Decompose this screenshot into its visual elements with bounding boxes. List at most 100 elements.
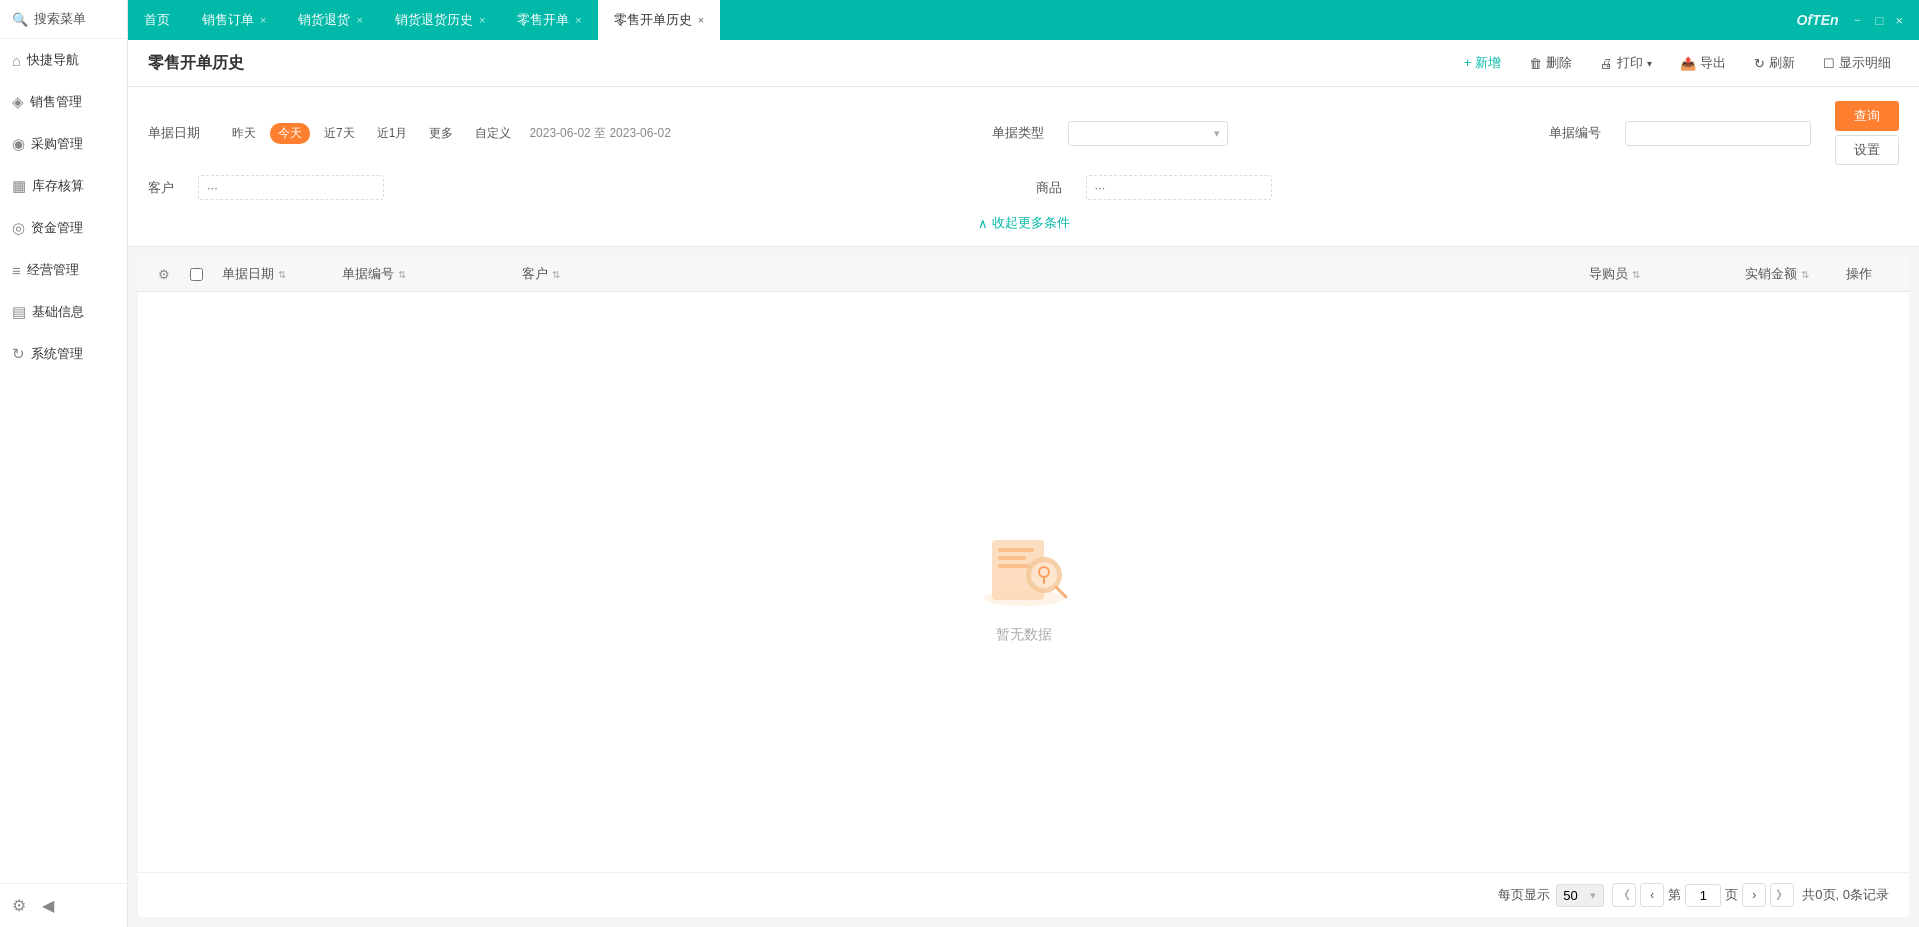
table-settings-icon[interactable]: ⚙ xyxy=(148,267,180,282)
tab-retail-open-history[interactable]: 零售开单历史 × xyxy=(598,0,720,40)
export-button[interactable]: 📤 导出 xyxy=(1672,50,1734,76)
refresh-button[interactable]: ↻ 刷新 xyxy=(1746,50,1803,76)
first-page-button[interactable]: 《 xyxy=(1612,883,1636,907)
maximize-button[interactable]: □ xyxy=(1876,13,1884,28)
prev-page-button[interactable]: ‹ xyxy=(1640,883,1664,907)
col-action-label: 操作 xyxy=(1846,265,1872,283)
sidebar-item-label: 快捷导航 xyxy=(27,51,79,69)
window-controls: OfTEn － □ × xyxy=(1797,0,1919,40)
sidebar-item-inventory[interactable]: ▦ 库存核算 xyxy=(0,165,127,207)
col-amount[interactable]: 实销金额 ⇅ xyxy=(1699,265,1819,283)
setting-button[interactable]: 设置 xyxy=(1835,135,1899,165)
table-header: ⚙ 单据日期 ⇅ 单据编号 ⇅ 客户 ⇅ 导购员 ⇅ 实销金额 ⇅ xyxy=(138,257,1909,292)
refresh-label: 刷新 xyxy=(1769,54,1795,72)
sidebar-item-sys-mgmt[interactable]: ↻ 系统管理 xyxy=(0,333,127,375)
filter-row-2: 客户 商品 xyxy=(148,175,1899,200)
operations-icon: ≡ xyxy=(12,262,21,279)
customer-filter-input[interactable] xyxy=(198,175,384,200)
date-opt-yesterday[interactable]: 昨天 xyxy=(224,123,264,144)
number-filter-label: 单据编号 xyxy=(1549,124,1601,142)
brand-name: OfTEn xyxy=(1797,12,1839,28)
minimize-button[interactable]: － xyxy=(1851,11,1864,29)
settings-bottom-icon[interactable]: ⚙ xyxy=(12,896,26,915)
sidebar-search[interactable]: 🔍 搜索菜单 xyxy=(0,0,127,39)
collapse-label: 收起更多条件 xyxy=(992,214,1070,232)
goods-filter-input[interactable] xyxy=(1086,175,1272,200)
tab-sales-return-history-close[interactable]: × xyxy=(479,14,485,26)
tab-sales-order[interactable]: 销售订单 × xyxy=(186,0,282,40)
sales-icon: ◈ xyxy=(12,93,24,111)
close-button[interactable]: × xyxy=(1895,13,1903,28)
sidebar-item-label: 库存核算 xyxy=(32,177,84,195)
date-opt-1month[interactable]: 近1月 xyxy=(369,123,416,144)
svg-rect-2 xyxy=(998,548,1034,552)
inventory-icon: ▦ xyxy=(12,177,26,195)
base-info-icon: ▤ xyxy=(12,303,26,321)
display-detail-button[interactable]: ☐ 显示明细 xyxy=(1815,50,1899,76)
next-page-button[interactable]: › xyxy=(1742,883,1766,907)
tab-retail-open-close[interactable]: × xyxy=(575,14,581,26)
page-title: 零售开单历史 xyxy=(148,53,244,74)
sidebar-search-label: 搜索菜单 xyxy=(34,10,86,28)
tab-sales-return-history[interactable]: 销货退货历史 × xyxy=(379,0,501,40)
tab-retail-open[interactable]: 零售开单 × xyxy=(501,0,597,40)
page-label: 第 xyxy=(1668,886,1681,904)
tab-home[interactable]: 首页 xyxy=(128,0,186,40)
sidebar-item-label: 基础信息 xyxy=(32,303,84,321)
toolbar: + 新增 🗑 删除 🖨 打印 ▾ 📤 导出 ↻ 刷新 ☐ 显示明细 xyxy=(1456,50,1899,76)
delete-button[interactable]: 🗑 删除 xyxy=(1521,50,1580,76)
sidebar-item-operations[interactable]: ≡ 经营管理 xyxy=(0,249,127,291)
print-button[interactable]: 🖨 打印 ▾ xyxy=(1592,50,1660,76)
page-number-input[interactable] xyxy=(1685,884,1721,907)
select-all-checkbox[interactable] xyxy=(190,268,203,281)
sidebar-item-label: 系统管理 xyxy=(31,345,83,363)
export-icon: 📤 xyxy=(1680,56,1696,71)
number-filter-input[interactable] xyxy=(1625,121,1811,146)
collapse-btn[interactable]: ∧ 收起更多条件 xyxy=(978,214,1070,232)
sidebar-item-purchase-mgmt[interactable]: ◉ 采购管理 xyxy=(0,123,127,165)
col-number[interactable]: 单据编号 ⇅ xyxy=(332,265,512,283)
sort-customer-icon: ⇅ xyxy=(552,269,560,280)
collapse-sidebar-icon[interactable]: ◀ xyxy=(42,896,54,915)
pagination: 每页显示 20 50 100 200 《 ‹ 第 页 › 》 xyxy=(138,872,1909,917)
total-info: 共0页, 0条记录 xyxy=(1802,886,1889,904)
search-icon: 🔍 xyxy=(12,12,28,27)
date-opt-more[interactable]: 更多 xyxy=(421,123,461,144)
col-guide[interactable]: 导购员 ⇅ xyxy=(1579,265,1699,283)
sidebar-item-finance[interactable]: ◎ 资金管理 xyxy=(0,207,127,249)
sidebar-item-sales-mgmt[interactable]: ◈ 销售管理 xyxy=(0,81,127,123)
svg-point-6 xyxy=(1031,562,1057,588)
sidebar-item-label: 经营管理 xyxy=(27,261,79,279)
last-page-button[interactable]: 》 xyxy=(1770,883,1794,907)
type-select[interactable] xyxy=(1068,121,1228,146)
table-select-all[interactable] xyxy=(180,268,212,281)
empty-state: 暂无数据 xyxy=(138,292,1909,872)
sidebar-item-quick-nav[interactable]: ⌂ 快捷导航 xyxy=(0,39,127,81)
sort-guide-icon: ⇅ xyxy=(1632,269,1640,280)
content-area: ⚙ 单据日期 ⇅ 单据编号 ⇅ 客户 ⇅ 导购员 ⇅ 实销金额 ⇅ xyxy=(138,257,1909,917)
tab-sales-return-close[interactable]: × xyxy=(356,14,362,26)
goods-filter-label: 商品 xyxy=(1036,179,1062,197)
delete-label: 删除 xyxy=(1546,54,1572,72)
filter-row-1: 单据日期 昨天 今天 近7天 近1月 更多 自定义 2023-06-02 至 2… xyxy=(148,101,1899,165)
add-button[interactable]: + 新增 xyxy=(1456,50,1509,76)
date-opt-custom[interactable]: 自定义 xyxy=(467,123,519,144)
date-opt-7days[interactable]: 近7天 xyxy=(316,123,363,144)
page-nav: 《 ‹ 第 页 › 》 xyxy=(1612,883,1794,907)
delete-icon: 🗑 xyxy=(1529,56,1542,71)
col-date[interactable]: 单据日期 ⇅ xyxy=(212,265,332,283)
svg-rect-3 xyxy=(998,556,1026,560)
main-content: 首页 销售订单 × 销货退货 × 销货退货历史 × 零售开单 × 零售开单历史 … xyxy=(128,0,1919,927)
tab-sales-return[interactable]: 销货退货 × xyxy=(282,0,378,40)
query-button[interactable]: 查询 xyxy=(1835,101,1899,131)
col-customer-label: 客户 xyxy=(522,265,548,283)
page-size-select[interactable]: 20 50 100 200 xyxy=(1556,884,1604,907)
tab-sales-order-close[interactable]: × xyxy=(260,14,266,26)
add-label: + 新增 xyxy=(1464,54,1501,72)
sidebar-item-base-info[interactable]: ▤ 基础信息 xyxy=(0,291,127,333)
col-customer[interactable]: 客户 ⇅ xyxy=(512,265,1579,283)
date-opt-today[interactable]: 今天 xyxy=(270,123,310,144)
purchase-icon: ◉ xyxy=(12,135,25,153)
tab-retail-open-history-close[interactable]: × xyxy=(698,14,704,26)
refresh-icon: ↻ xyxy=(1754,56,1765,71)
